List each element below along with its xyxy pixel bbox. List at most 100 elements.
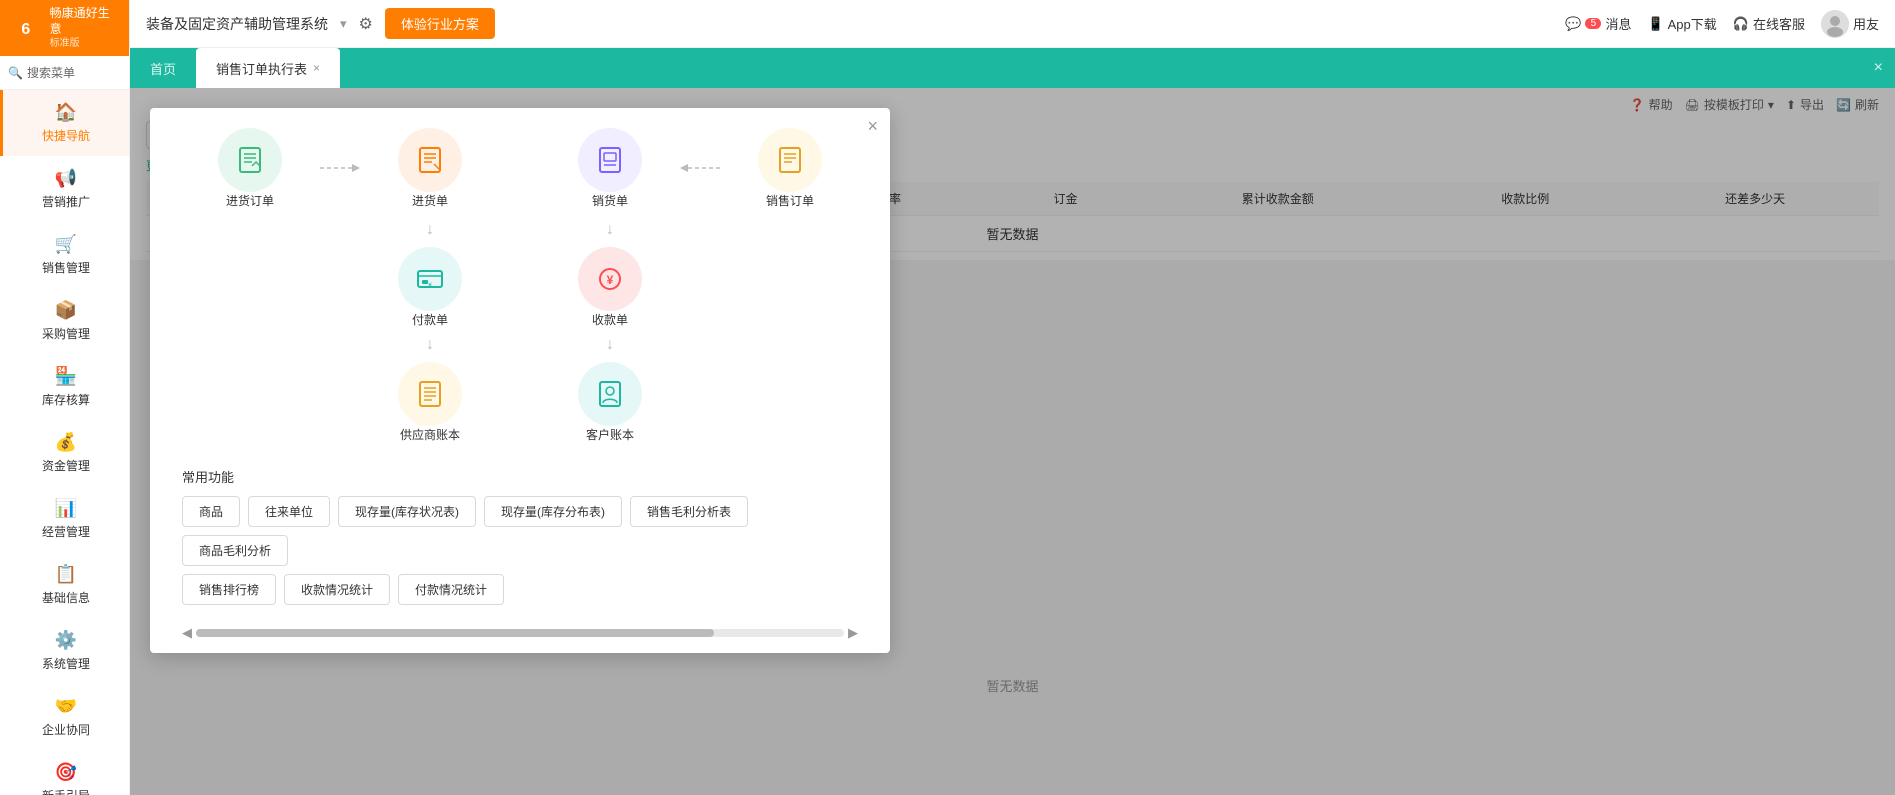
sidebar-item-purchase[interactable]: 📦 采购管理 xyxy=(0,288,129,354)
arrow-down-purchase-bill: ↓ xyxy=(426,221,434,239)
sidebar-logo: 6 畅康通好生意 标准版 xyxy=(0,0,129,56)
modal-overlay[interactable]: × 进货订单 xyxy=(130,88,1895,795)
modal-scrollbar: ◀ ▶ xyxy=(150,621,890,653)
receipt-node[interactable]: ¥ 收款单 xyxy=(540,247,680,328)
main-area: 装备及固定资产辅助管理系统 ▾ ⚙ 体验行业方案 💬 5 消息 📱 App下载 … xyxy=(130,0,1895,795)
purchase-bill-node[interactable]: 进货单 xyxy=(360,128,500,209)
scroll-left-icon[interactable]: ◀ xyxy=(182,625,192,641)
sidebar-item-system[interactable]: ⚙️ 系统管理 xyxy=(0,618,129,684)
sidebar-item-label: 企业协同 xyxy=(42,721,90,738)
operations-icon: 📊 xyxy=(55,498,77,519)
sidebar-item-basic[interactable]: 📋 基础信息 xyxy=(0,552,129,618)
app-download-item[interactable]: 📱 App下载 xyxy=(1647,14,1716,33)
customer-ledger-node[interactable]: 客户账本 xyxy=(540,362,680,443)
payment-node[interactable]: ¥ 付款单 xyxy=(360,247,500,328)
experience-btn[interactable]: 体验行业方案 xyxy=(385,8,495,39)
payment-icon: ¥ xyxy=(398,247,462,311)
svg-text:¥: ¥ xyxy=(607,273,614,287)
arrow-down-payment: ↓ xyxy=(426,336,434,354)
sidebar-item-label: 经营管理 xyxy=(42,523,90,540)
btn-receipt-stats[interactable]: 收款情况统计 xyxy=(284,574,390,605)
guide-icon: 🎯 xyxy=(55,762,77,783)
tab-close-icon[interactable]: × xyxy=(313,61,320,75)
sidebar-item-collab[interactable]: 🤝 企业协同 xyxy=(0,684,129,750)
message-icon: 💬 xyxy=(1565,16,1581,32)
purchase-bill-icon xyxy=(398,128,462,192)
sidebar-item-sales[interactable]: 🛒 销售管理 xyxy=(0,222,129,288)
sidebar-item-label: 销售管理 xyxy=(42,259,90,276)
sidebar-item-label: 新手引导 xyxy=(42,787,90,795)
online-service-item[interactable]: 🎧 在线客服 xyxy=(1733,14,1805,33)
customer-ledger-label: 客户账本 xyxy=(586,426,634,443)
finance-icon: 💰 xyxy=(55,432,77,453)
search-icon: 🔍 xyxy=(8,66,23,80)
sidebar-item-quick-nav[interactable]: 🏠 快捷导航 xyxy=(0,90,129,156)
content-area: ❓ 帮助 🖨 按模板打印 ▾ ⬆ 导出 🔄 刷新 xyxy=(130,88,1895,795)
btn-payment-stats[interactable]: 付款情况统计 xyxy=(398,574,504,605)
sidebar-item-label: 营销推广 xyxy=(42,193,90,210)
sidebar-item-finance[interactable]: 💰 资金管理 xyxy=(0,420,129,486)
sales-bill-node[interactable]: 销货单 xyxy=(540,128,680,209)
sales-icon: 🛒 xyxy=(55,234,77,255)
purchase-icon: 📦 xyxy=(55,300,77,321)
arrow-left-dashed-1 xyxy=(680,160,720,176)
purchase-bill-label: 进货单 xyxy=(412,192,448,209)
btn-goods[interactable]: 商品 xyxy=(182,496,240,527)
logo-line1: 畅康通好生意 xyxy=(50,6,121,37)
purchase-order-label: 进货订单 xyxy=(226,192,274,209)
message-badge: 5 xyxy=(1585,18,1601,29)
purchase-order-node[interactable]: 进货订单 xyxy=(180,128,320,209)
tab-home[interactable]: 首页 xyxy=(130,48,196,88)
sidebar-item-marketing[interactable]: 📢 营销推广 xyxy=(0,156,129,222)
common-buttons-row: 商品 往来单位 现存量(库存状况表) 现存量(库存分布表) 销售毛利分析表 商品… xyxy=(182,496,858,566)
payment-label: 付款单 xyxy=(412,311,448,328)
sales-order-icon xyxy=(758,128,822,192)
modal-close-icon[interactable]: × xyxy=(867,116,878,137)
user-item[interactable]: 用友 xyxy=(1821,10,1879,38)
btn-counterparty[interactable]: 往来单位 xyxy=(248,496,330,527)
dropdown-arrow-icon[interactable]: ▾ xyxy=(340,16,347,32)
sidebar-search[interactable]: 🔍 搜索菜单 xyxy=(0,56,129,90)
tabs-bar: 首页 销售订单执行表 × × xyxy=(130,48,1895,88)
arrow-right-dashed-1 xyxy=(320,160,360,176)
sidebar-item-label: 基础信息 xyxy=(42,589,90,606)
scroll-arrows: ◀ ▶ xyxy=(182,625,858,641)
scroll-right-icon[interactable]: ▶ xyxy=(848,625,858,641)
topbar-right: 💬 5 消息 📱 App下载 🎧 在线客服 用友 xyxy=(1565,10,1879,38)
sidebar-item-operations[interactable]: 📊 经营管理 xyxy=(0,486,129,552)
svg-text:6: 6 xyxy=(21,21,30,38)
btn-sales-profit-analysis[interactable]: 销售毛利分析表 xyxy=(630,496,748,527)
scrollbar-track[interactable] xyxy=(196,629,844,637)
basic-icon: 📋 xyxy=(55,564,77,585)
receipt-label: 收款单 xyxy=(592,311,628,328)
common-buttons-row2: 销售排行榜 收款情况统计 付款情况统计 xyxy=(182,574,858,605)
supplier-ledger-node[interactable]: 供应商账本 xyxy=(360,362,500,443)
receipt-icon: ¥ xyxy=(578,247,642,311)
sidebar-item-label: 采购管理 xyxy=(42,325,90,342)
tab-sales-order[interactable]: 销售订单执行表 × xyxy=(196,48,340,88)
avatar xyxy=(1821,10,1849,38)
sidebar: 6 畅康通好生意 标准版 🔍 搜索菜单 🏠 快捷导航 📢 营销推广 🛒 销售管理 xyxy=(0,0,130,795)
system-icon: ⚙️ xyxy=(55,630,77,651)
sales-order-node[interactable]: 销售订单 xyxy=(720,128,860,209)
inventory-icon: 🏪 xyxy=(55,366,77,387)
gear-icon[interactable]: ⚙ xyxy=(359,14,373,34)
arrow-down-sales-bill: ↓ xyxy=(606,221,614,239)
sidebar-item-guide[interactable]: 🎯 新手引导 xyxy=(0,750,129,795)
flow-modal: × 进货订单 xyxy=(150,108,890,653)
sidebar-item-inventory[interactable]: 🏪 库存核算 xyxy=(0,354,129,420)
btn-sales-ranking[interactable]: 销售排行榜 xyxy=(182,574,276,605)
marketing-icon: 📢 xyxy=(55,168,77,189)
sidebar-item-label: 库存核算 xyxy=(42,391,90,408)
system-title: 装备及固定资产辅助管理系统 xyxy=(146,14,328,34)
common-functions-title: 常用功能 xyxy=(182,467,858,486)
supplier-ledger-label: 供应商账本 xyxy=(400,426,460,443)
scrollbar-thumb xyxy=(196,629,714,637)
sidebar-item-label: 快捷导航 xyxy=(42,127,90,144)
customer-ledger-icon xyxy=(578,362,642,426)
btn-goods-profit-analysis[interactable]: 商品毛利分析 xyxy=(182,535,288,566)
btn-current-stock-distribution[interactable]: 现存量(库存分布表) xyxy=(484,496,622,527)
btn-current-stock-status[interactable]: 现存量(库存状况表) xyxy=(338,496,476,527)
tabs-window-close-icon[interactable]: × xyxy=(1862,59,1895,77)
message-item[interactable]: 💬 5 消息 xyxy=(1565,14,1631,33)
